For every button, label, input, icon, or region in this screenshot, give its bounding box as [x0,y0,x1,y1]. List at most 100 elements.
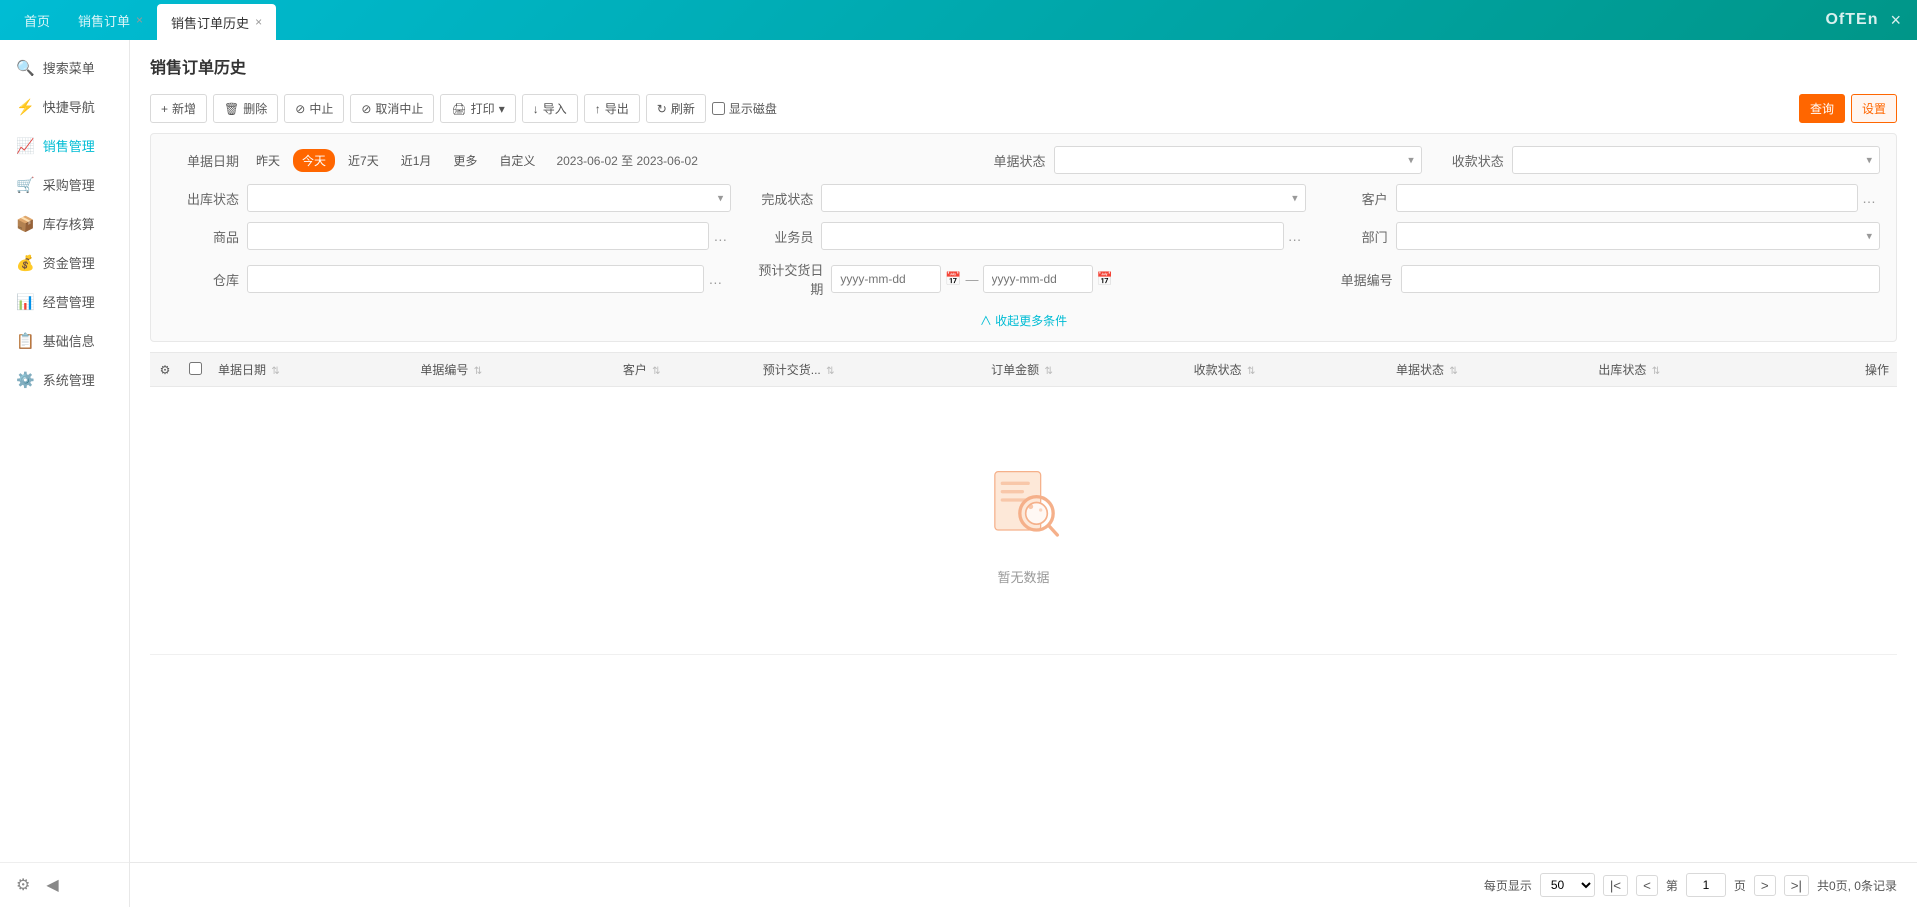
goods-field: … [247,222,731,250]
query-button[interactable]: 查询 [1799,94,1845,123]
dept-select-wrapper [1396,222,1880,250]
sort-delivery-icon[interactable]: ⇅ [826,366,834,377]
sidebar-item-basic-info[interactable]: 📋 基础信息 [0,321,129,360]
sidebar-item-search[interactable]: 🔍 搜索菜单 [0,48,129,87]
per-page-select[interactable]: 50 10 20 100 [1540,873,1595,897]
sidebar-item-inventory[interactable]: 📦 库存核算 [0,204,129,243]
sort-amount-icon[interactable]: ⇅ [1045,366,1053,377]
date-group: 昨天 今天 近7天 近1月 更多 自定义 2023-06-02 至 2023-0… [247,149,698,172]
goods-dots[interactable]: … [709,228,731,244]
empty-state: 暂无数据 [158,395,1889,646]
collapse-sidebar-icon[interactable]: ◀ [46,875,58,895]
add-icon: + [161,102,168,116]
page-title: 销售订单历史 [130,40,1917,88]
export-button[interactable]: ↑ 导出 [584,94,640,123]
goods-input[interactable] [247,222,709,250]
bill-no-input[interactable] [1401,265,1880,293]
tab-home[interactable]: 首页 [10,0,64,40]
sales-icon: 📈 [16,137,35,155]
customer-field: … [1396,184,1880,212]
sidebar-item-system[interactable]: ⚙️ 系统管理 [0,360,129,399]
stop-button[interactable]: ⊘ 中止 [284,94,344,123]
warehouse-field: … [247,265,726,293]
delivery-date-label: 预计交货日期 [746,260,831,298]
tab-sales-order[interactable]: 销售订单 × [64,0,157,40]
warehouse-dots[interactable]: … [704,271,726,287]
top-bar: 首页 销售订单 × 销售订单历史 × OfTEn × [0,0,1917,40]
add-button[interactable]: + 新增 [150,94,207,123]
table-settings-header[interactable]: ⚙ [150,353,180,387]
date-custom[interactable]: 自定义 [490,149,544,172]
sidebar-item-finance[interactable]: 💰 资金管理 [0,243,129,282]
page-number-input[interactable] [1686,873,1726,897]
salesman-dots[interactable]: … [1284,228,1306,244]
tab-sales-order-history-close[interactable]: × [255,15,262,29]
select-all-checkbox[interactable] [189,362,202,375]
settings-button[interactable]: 设置 [1851,94,1897,123]
dept-select[interactable] [1396,222,1880,250]
filter-row-4: 仓库 … 预计交货日期 📅 — 📅 单据编号 [167,260,1880,298]
empty-svg [974,455,1074,555]
print-arrow-icon: ▾ [499,102,505,116]
col-operation: 操作 [1793,353,1897,387]
collapse-conditions[interactable]: ∧ 收起更多条件 [167,308,1880,329]
receipt-status-select[interactable] [1512,146,1880,174]
import-button[interactable]: ↓ 导入 [522,94,578,123]
window-close-btn[interactable]: × [1890,10,1901,31]
date-1month[interactable]: 近1月 [392,149,441,172]
sidebar-item-purchase[interactable]: 🛒 采购管理 [0,165,129,204]
tab-sales-order-history[interactable]: 销售订单历史 × [157,4,276,40]
sidebar-item-sales[interactable]: 📈 销售管理 [0,126,129,165]
table-checkbox-header[interactable] [180,353,210,387]
sort-bill-status-icon[interactable]: ⇅ [1449,366,1457,377]
print-button[interactable]: 🖨 打印 ▾ [440,94,515,123]
display-columns-input[interactable] [712,102,725,115]
sidebar-item-management[interactable]: 📊 经营管理 [0,282,129,321]
filter-area: 单据日期 昨天 今天 近7天 近1月 更多 自定义 2023-06-02 至 2… [150,133,1897,342]
outbound-select[interactable] [247,184,731,212]
delivery-date-start[interactable] [831,265,941,293]
delete-button[interactable]: 🗑 删除 [213,94,278,123]
date-today[interactable]: 今天 [293,149,335,172]
delivery-date-end[interactable] [983,265,1093,293]
refresh-button[interactable]: ↻ 刷新 [646,94,706,123]
table-footer: 每页显示 50 10 20 100 |< < 第 页 > >| 共0页, 0条记… [130,862,1917,907]
sort-outbound-icon[interactable]: ⇅ [1652,366,1660,377]
col-amount: 订单金额 ⇅ [983,353,1185,387]
date-range-text: 2023-06-02 至 2023-06-02 [556,152,697,169]
complete-select[interactable] [821,184,1305,212]
status-select[interactable] [1054,146,1422,174]
salesman-input[interactable] [821,222,1283,250]
inventory-icon: 📦 [16,215,35,233]
customer-dots[interactable]: … [1858,190,1880,206]
refresh-icon: ↻ [657,102,667,116]
page-last-btn[interactable]: >| [1784,875,1809,896]
dept-label: 部门 [1326,227,1396,246]
date-label: 单据日期 [167,151,247,170]
main-layout: 🔍 搜索菜单 ⚡ 快捷导航 📈 销售管理 🛒 采购管理 📦 库存核算 💰 资金管… [0,40,1917,907]
page-next-btn[interactable]: > [1754,875,1776,896]
settings-bottom-icon[interactable]: ⚙ [16,875,30,895]
warehouse-input[interactable] [247,265,704,293]
sidebar-item-shortcut[interactable]: ⚡ 快捷导航 [0,87,129,126]
calendar-end-icon[interactable]: 📅 [1097,271,1113,287]
cancel-stop-button[interactable]: ⊘ 取消中止 [350,94,434,123]
sort-receipt-icon[interactable]: ⇅ [1247,366,1255,377]
col-bill-no: 单据编号 ⇅ [412,353,614,387]
page-prev-btn[interactable]: < [1636,875,1658,896]
delete-icon: 🗑 [224,102,239,116]
customer-input[interactable] [1396,184,1858,212]
sort-date-icon[interactable]: ⇅ [271,366,279,377]
display-columns-checkbox[interactable]: 显示磁盘 [712,100,777,117]
date-more[interactable]: 更多 [444,149,486,172]
col-date: 单据日期 ⇅ [210,353,412,387]
date-7days[interactable]: 近7天 [339,149,388,172]
filter-row-3: 商品 … 业务员 … 部门 [167,222,1880,250]
sort-bill-icon[interactable]: ⇅ [474,366,482,377]
col-bill-status: 单据状态 ⇅ [1388,353,1590,387]
sort-customer-icon[interactable]: ⇅ [652,366,660,377]
calendar-start-icon[interactable]: 📅 [945,271,961,287]
date-yesterday[interactable]: 昨天 [247,149,289,172]
page-first-btn[interactable]: |< [1603,875,1628,896]
tab-sales-order-close[interactable]: × [136,13,143,27]
